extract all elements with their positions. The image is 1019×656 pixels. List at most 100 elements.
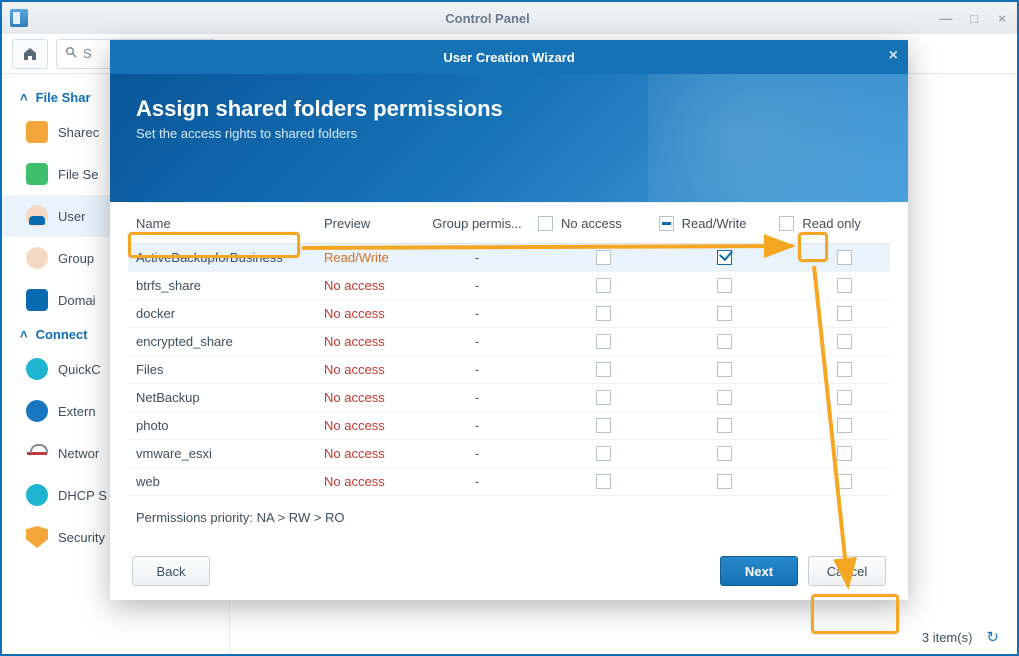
- cell-preview: No access: [324, 334, 426, 349]
- col-read-only[interactable]: Read only: [769, 216, 890, 231]
- cell-group: -: [426, 362, 528, 377]
- col-no-access[interactable]: No access: [528, 216, 649, 231]
- checkbox-read-write[interactable]: [717, 306, 732, 321]
- col-name[interactable]: Name: [128, 216, 324, 231]
- cell-preview: No access: [324, 418, 426, 433]
- cancel-button[interactable]: Cancel: [808, 556, 886, 586]
- checkbox-no-access[interactable]: [596, 390, 611, 405]
- checkbox-read-write[interactable]: [717, 334, 732, 349]
- checkbox-read-only[interactable]: [837, 306, 852, 321]
- modal-subheading: Set the access rights to shared folders: [136, 126, 882, 141]
- table-row[interactable]: vmware_esxiNo access-: [128, 440, 890, 468]
- globe-icon: [26, 400, 48, 422]
- cell-preview: No access: [324, 390, 426, 405]
- cell-group: -: [426, 306, 528, 321]
- maximize-button[interactable]: □: [967, 11, 981, 26]
- col-preview[interactable]: Preview: [324, 216, 426, 231]
- checkbox-no-access[interactable]: [596, 306, 611, 321]
- quickconnect-icon: [26, 358, 48, 380]
- cell-name: NetBackup: [128, 390, 324, 405]
- checkbox-no-access[interactable]: [596, 250, 611, 265]
- checkbox-read-only[interactable]: [837, 250, 852, 265]
- checkbox-read-write[interactable]: [717, 278, 732, 293]
- table-row[interactable]: photoNo access-: [128, 412, 890, 440]
- checkbox-no-access[interactable]: [596, 334, 611, 349]
- cell-preview: Read/Write: [324, 250, 426, 265]
- checkbox-read-write[interactable]: [717, 474, 732, 489]
- item-count: 3 item(s): [922, 630, 973, 645]
- col-group[interactable]: Group permis...: [426, 216, 528, 231]
- cell-group: -: [426, 278, 528, 293]
- search-placeholder: S: [83, 46, 92, 61]
- modal-titlebar: User Creation Wizard ×: [110, 40, 908, 74]
- modal-title: User Creation Wizard: [443, 50, 574, 65]
- domain-icon: [26, 289, 48, 311]
- cell-preview: No access: [324, 306, 426, 321]
- checkbox-read-write[interactable]: [717, 250, 732, 265]
- cell-preview: No access: [324, 446, 426, 461]
- window-buttons: — □ ×: [939, 11, 1009, 26]
- cell-name: encrypted_share: [128, 334, 324, 349]
- cell-name: ActiveBackupforBusiness: [128, 250, 324, 265]
- checkbox-read-only[interactable]: [837, 362, 852, 377]
- checkbox-read-only[interactable]: [837, 474, 852, 489]
- cell-group: -: [426, 250, 528, 265]
- network-icon: [26, 442, 48, 464]
- user-creation-wizard-modal: User Creation Wizard × Assign shared fol…: [110, 40, 908, 600]
- checkbox-no-access[interactable]: [596, 446, 611, 461]
- minimize-button[interactable]: —: [939, 11, 953, 26]
- table-row[interactable]: dockerNo access-: [128, 300, 890, 328]
- checkbox-read-only[interactable]: [837, 418, 852, 433]
- table-row[interactable]: webNo access-: [128, 468, 890, 496]
- checkbox-no-access[interactable]: [596, 362, 611, 377]
- checkbox-read-write[interactable]: [717, 362, 732, 377]
- folder-icon: [26, 121, 48, 143]
- group-icon: [26, 247, 48, 269]
- close-window-button[interactable]: ×: [995, 11, 1009, 26]
- checkbox-read-only[interactable]: [837, 446, 852, 461]
- table-row[interactable]: NetBackupNo access-: [128, 384, 890, 412]
- cell-group: -: [426, 446, 528, 461]
- checkbox-no-access[interactable]: [596, 474, 611, 489]
- shield-icon: [26, 526, 48, 548]
- header-checkbox-ro[interactable]: [779, 216, 794, 231]
- home-button[interactable]: [12, 39, 48, 69]
- cell-name: docker: [128, 306, 324, 321]
- checkbox-read-write[interactable]: [717, 418, 732, 433]
- header-checkbox-rw[interactable]: [659, 216, 674, 231]
- cell-name: vmware_esxi: [128, 446, 324, 461]
- dhcp-icon: [26, 484, 48, 506]
- checkbox-no-access[interactable]: [596, 418, 611, 433]
- header-checkbox-na[interactable]: [538, 216, 553, 231]
- window-title: Control Panel: [36, 11, 939, 26]
- checkbox-read-only[interactable]: [837, 334, 852, 349]
- modal-hero: Assign shared folders permissions Set th…: [110, 74, 908, 202]
- cell-preview: No access: [324, 474, 426, 489]
- checkbox-read-only[interactable]: [837, 390, 852, 405]
- back-button[interactable]: Back: [132, 556, 210, 586]
- checkbox-read-only[interactable]: [837, 278, 852, 293]
- table-row[interactable]: encrypted_shareNo access-: [128, 328, 890, 356]
- permissions-note: Permissions priority: NA > RW > RO: [128, 496, 890, 529]
- permissions-table: Name Preview Group permis... No access R…: [110, 202, 908, 542]
- close-icon[interactable]: ×: [889, 47, 898, 65]
- home-icon: [22, 46, 38, 62]
- cell-name: btrfs_share: [128, 278, 324, 293]
- cell-name: Files: [128, 362, 324, 377]
- checkbox-read-write[interactable]: [717, 390, 732, 405]
- table-row[interactable]: ActiveBackupforBusinessRead/Write-: [128, 244, 890, 272]
- table-row[interactable]: FilesNo access-: [128, 356, 890, 384]
- col-read-write[interactable]: Read/Write: [649, 216, 770, 231]
- refresh-button[interactable]: ↻: [986, 628, 999, 646]
- table-header: Name Preview Group permis... No access R…: [128, 202, 890, 244]
- chevron-up-icon: ˄: [20, 327, 28, 342]
- table-row[interactable]: btrfs_shareNo access-: [128, 272, 890, 300]
- next-button[interactable]: Next: [720, 556, 798, 586]
- cell-preview: No access: [324, 278, 426, 293]
- checkbox-no-access[interactable]: [596, 278, 611, 293]
- modal-footer: Back Next Cancel: [110, 542, 908, 600]
- checkbox-read-write[interactable]: [717, 446, 732, 461]
- cell-name: web: [128, 474, 324, 489]
- titlebar: Control Panel — □ ×: [2, 2, 1017, 34]
- cell-name: photo: [128, 418, 324, 433]
